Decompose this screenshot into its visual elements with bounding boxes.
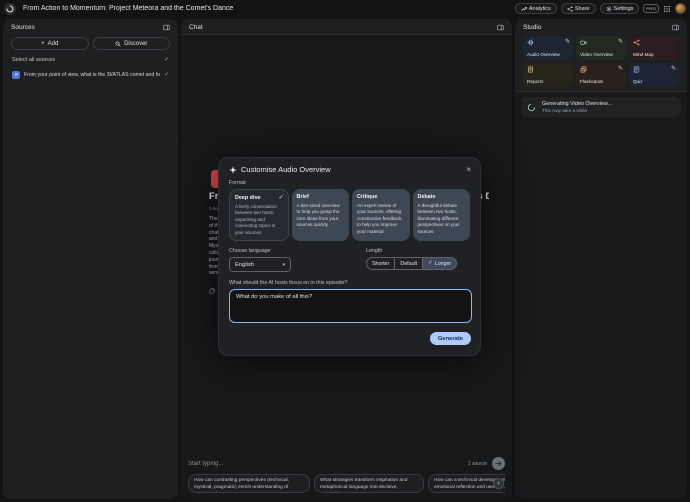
video-overview-card[interactable]: ✎ Video Overview xyxy=(576,36,626,60)
sources-panel-title: Sources xyxy=(11,23,35,31)
quiz-icon xyxy=(633,66,640,73)
suggestion-chips: How can contrasting perspectives (techni… xyxy=(188,474,505,493)
studio-panel: Studio ✎ Audio Overview ✎ Video Overview… xyxy=(515,19,687,499)
sources-panel: Sources + Add Discover Select all source… xyxy=(3,19,178,499)
expand-chat-panel-icon[interactable] xyxy=(497,24,504,31)
chat-source-count: 1 source xyxy=(467,460,487,467)
source-doc-icon xyxy=(12,70,20,79)
format-option-brief[interactable]: Brief A bite-sized overview to help you … xyxy=(291,189,349,241)
add-label: Add xyxy=(47,40,59,47)
video-camera-icon xyxy=(580,39,587,46)
edit-pencil-icon[interactable]: ✎ xyxy=(618,65,623,72)
sparkle-icon xyxy=(229,165,237,174)
discover-sources-button[interactable]: Discover xyxy=(92,37,170,50)
edit-pencil-icon[interactable]: ✎ xyxy=(565,38,570,45)
language-value: English xyxy=(235,261,255,268)
chevron-down-icon: ▾ xyxy=(282,261,285,268)
studio-output-area: Generating Video Overview... This may ta… xyxy=(515,91,687,499)
apps-grid-icon[interactable] xyxy=(663,5,671,13)
length-option-default[interactable]: Default xyxy=(395,257,423,270)
edit-pencil-icon[interactable]: ✎ xyxy=(671,65,676,72)
send-icon[interactable] xyxy=(492,457,505,470)
generate-button[interactable]: Generate xyxy=(429,332,471,345)
source-checkbox[interactable]: ✓ xyxy=(164,72,169,78)
focus-question-label: What should the AI hosts focus on in thi… xyxy=(229,280,348,286)
share-button[interactable]: Share xyxy=(560,3,596,14)
select-all-sources-label: Select all sources xyxy=(12,57,56,63)
plus-icon: + xyxy=(41,40,45,47)
length-option-longer[interactable]: ✓ Longer xyxy=(422,257,458,270)
edit-pencil-icon[interactable]: ✎ xyxy=(618,38,623,45)
generating-subtitle: This may take a while xyxy=(542,108,588,113)
length-option-shorter[interactable]: Shorter xyxy=(366,257,396,270)
chat-input-dock: 1 source How can contrasting perspective… xyxy=(181,452,512,499)
spinner-icon xyxy=(527,103,536,112)
flashcards-icon xyxy=(580,66,587,73)
notebook-title[interactable]: From Action to Momentum: Project Meteora… xyxy=(23,5,510,12)
focus-textarea[interactable]: What do you make of all this? xyxy=(229,289,472,323)
chat-input[interactable] xyxy=(188,460,463,467)
expand-studio-panel-icon[interactable] xyxy=(672,24,679,31)
length-section-label: Length xyxy=(366,248,383,254)
settings-label: Settings xyxy=(613,5,634,12)
customise-audio-overview-dialog: Customise Audio Overview × Format ✓ Deep… xyxy=(218,157,481,356)
modal-title: Customise Audio Overview xyxy=(241,165,331,174)
copy-icon[interactable] xyxy=(209,288,215,294)
select-all-checkbox[interactable]: ✓ xyxy=(164,57,169,63)
studio-panel-title: Studio xyxy=(523,23,542,31)
format-options: ✓ Deep dive A lively conversation betwee… xyxy=(229,189,470,241)
collapse-sources-panel-icon[interactable] xyxy=(163,24,170,31)
analytics-icon xyxy=(521,6,527,11)
source-title: From your point of view, what is the 3I/… xyxy=(24,71,160,78)
share-label: Share xyxy=(574,5,590,12)
mind-map-card[interactable]: Mind Map xyxy=(629,36,679,60)
source-list-item[interactable]: From your point of view, what is the 3I/… xyxy=(3,69,178,80)
generating-title: Generating Video Overview... xyxy=(542,101,613,107)
audio-overview-card[interactable]: ✎ Audio Overview xyxy=(523,36,573,60)
length-segmented-control: Shorter Default ✓ Longer xyxy=(366,257,458,270)
next-suggestions-button[interactable]: › xyxy=(493,478,504,489)
check-icon: ✓ xyxy=(428,259,433,266)
discover-label: Discover xyxy=(124,40,148,47)
check-icon: ✓ xyxy=(278,195,284,201)
reports-card[interactable]: Reports xyxy=(523,63,573,87)
flashcards-card[interactable]: ✎ Flashcards xyxy=(576,63,626,87)
audio-waveform-icon xyxy=(527,39,534,46)
settings-button[interactable]: Settings xyxy=(599,3,640,14)
share-icon xyxy=(567,6,573,11)
suggestion-chip[interactable]: What strategies transform inspiration an… xyxy=(314,474,424,493)
user-avatar[interactable] xyxy=(675,3,686,14)
settings-gear-icon xyxy=(606,6,612,11)
report-icon xyxy=(527,66,534,73)
analytics-button[interactable]: Analytics xyxy=(514,3,557,14)
analytics-label: Analytics xyxy=(528,5,551,12)
language-select[interactable]: English ▾ xyxy=(229,257,291,272)
mind-map-icon xyxy=(633,39,640,46)
format-section-label: Format xyxy=(229,180,246,186)
add-source-button[interactable]: + Add xyxy=(11,37,89,50)
top-bar: From Action to Momentum: Project Meteora… xyxy=(0,0,690,17)
format-option-critique[interactable]: Critique An expert review of your source… xyxy=(352,189,410,241)
language-section-label: Choose language xyxy=(229,248,271,254)
suggestion-chip[interactable]: How can contrasting perspectives (techni… xyxy=(188,474,310,493)
chat-panel-title: Chat xyxy=(189,23,203,31)
generating-status-row: Generating Video Overview... This may ta… xyxy=(521,97,681,117)
quiz-card[interactable]: ✎ Quiz xyxy=(629,63,679,87)
chevron-right-icon: › xyxy=(497,480,500,487)
magnifier-icon xyxy=(115,41,121,46)
format-option-debate[interactable]: Debate A thoughtful debate between two h… xyxy=(412,189,470,241)
close-icon[interactable]: × xyxy=(466,165,471,174)
notebooklm-logo-icon[interactable] xyxy=(4,2,16,15)
plan-badge: PRO xyxy=(643,4,659,13)
format-option-deep-dive[interactable]: ✓ Deep dive A lively conversation betwee… xyxy=(229,189,289,241)
